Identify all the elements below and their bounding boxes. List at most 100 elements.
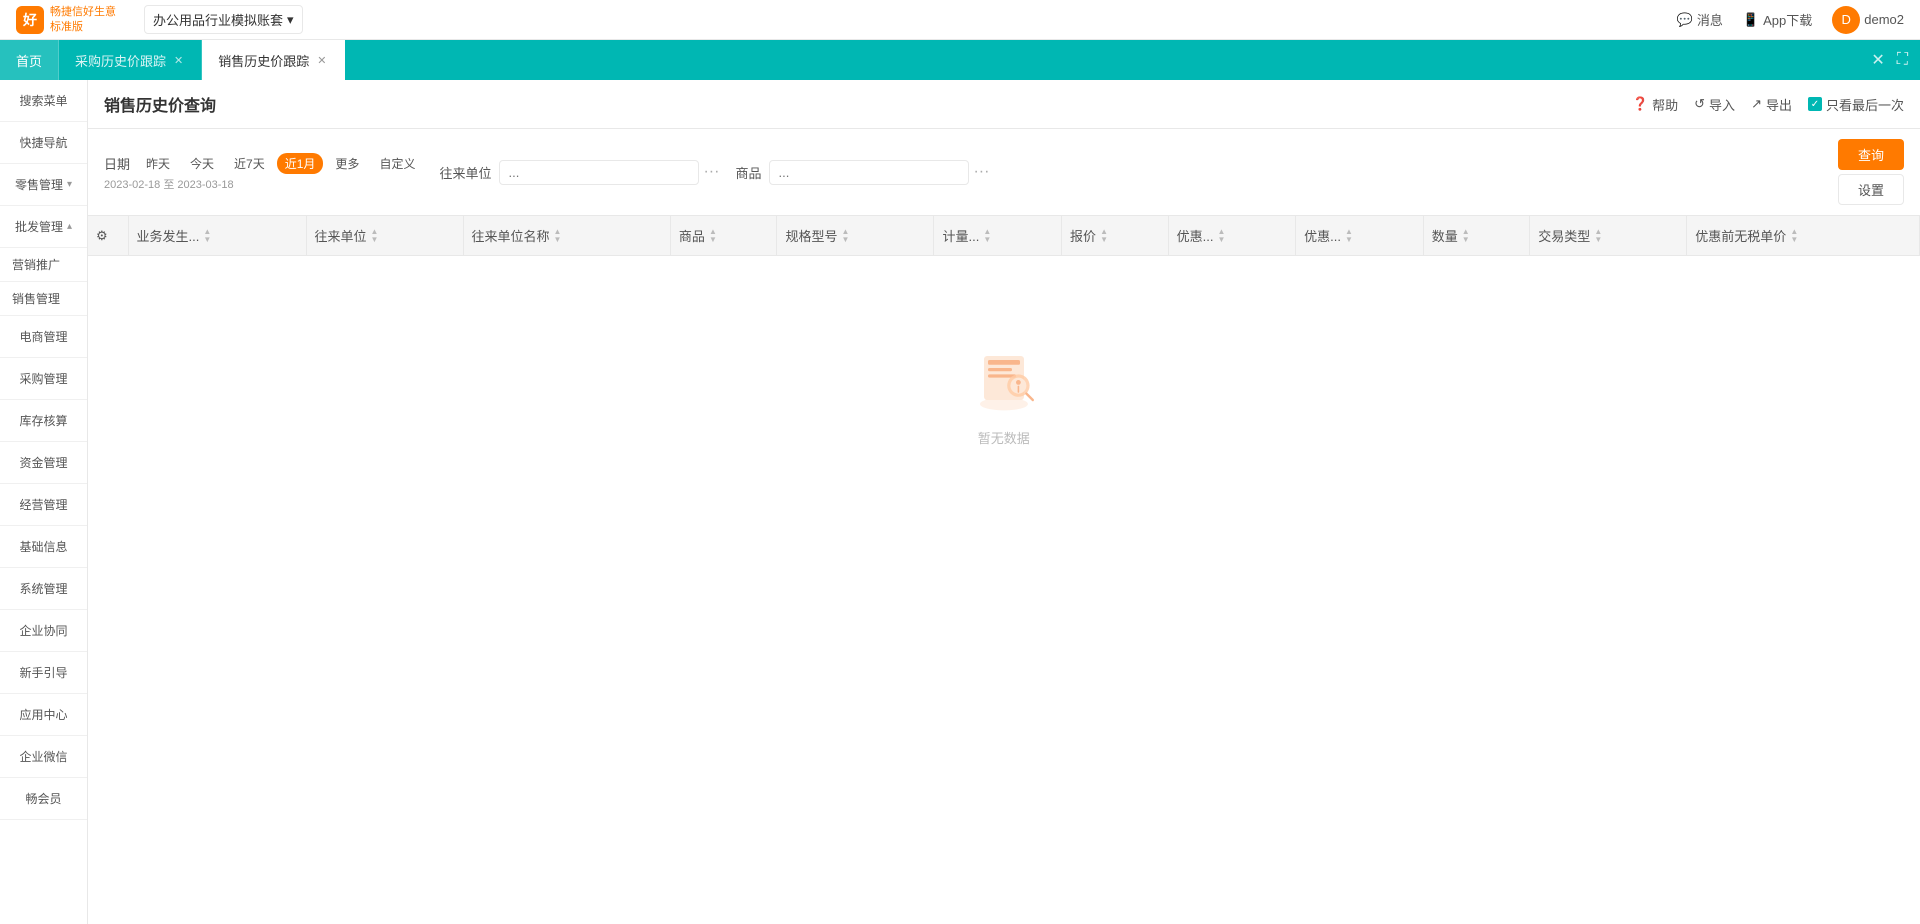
date-btn-last1m[interactable]: 近1月: [277, 153, 324, 174]
filter-product-group: 商品 ···: [735, 160, 989, 185]
mobile-icon: 📱: [1743, 12, 1759, 28]
date-range-text: 2023-02-18 至 2023-03-18: [104, 176, 423, 192]
help-icon: ❓: [1632, 96, 1648, 112]
col-product[interactable]: 商品 ▲▼: [670, 216, 777, 256]
col-trade-type[interactable]: 交易类型 ▲▼: [1530, 216, 1687, 256]
table-body: 暂无数据: [88, 256, 1920, 528]
help-button[interactable]: ❓ 帮助: [1632, 95, 1678, 114]
product-label: 商品: [735, 163, 761, 182]
data-table: ⚙ 业务发生... ▲▼ 往来单位 ▲▼: [88, 216, 1920, 527]
sidebar-item-retail[interactable]: 零售管理 ▾: [0, 164, 87, 206]
export-button[interactable]: ↗ 导出: [1751, 95, 1792, 114]
sidebar-item-basic-info[interactable]: 基础信息: [0, 526, 87, 568]
main-layout: 搜索菜单 快捷导航 零售管理 ▾ 批发管理 ▴ 营销推广 销售管理 电商管理 采…: [0, 80, 1920, 924]
col-quantity[interactable]: 数量 ▲▼: [1423, 216, 1530, 256]
logo-area: 好 畅捷信好生意 标准版: [16, 5, 116, 34]
tab-sales-history[interactable]: 销售历史价跟踪 ✕: [202, 40, 345, 80]
sidebar-item-finance[interactable]: 资金管理: [0, 442, 87, 484]
date-btn-more[interactable]: 更多: [327, 153, 367, 174]
col-discount2[interactable]: 优惠... ▲▼: [1296, 216, 1424, 256]
sort-arrows-partner-name: ▲▼: [554, 228, 562, 244]
sidebar-item-newbie[interactable]: 新手引导: [0, 652, 87, 694]
import-icon: ↺: [1694, 96, 1705, 112]
product-input-group: ···: [769, 160, 989, 185]
avatar: D: [1832, 6, 1860, 34]
app-download-button[interactable]: 📱 App下载: [1743, 10, 1812, 29]
sidebar-item-inventory[interactable]: 库存核算: [0, 400, 87, 442]
sidebar-sub-item-marketing[interactable]: 营销推广: [0, 248, 87, 282]
col-partner-name[interactable]: 往来单位名称 ▲▼: [463, 216, 670, 256]
col-discount1[interactable]: 优惠... ▲▼: [1168, 216, 1296, 256]
sort-arrows-discount2: ▲▼: [1345, 228, 1353, 244]
tab-close-sales[interactable]: ✕: [315, 52, 328, 69]
sort-arrows-trade-type: ▲▼: [1594, 228, 1602, 244]
workspace-selector[interactable]: 办公用品行业模拟账套 ▾: [144, 5, 303, 34]
date-btn-custom[interactable]: 自定义: [371, 153, 423, 174]
checkbox-icon: ✓: [1808, 97, 1822, 111]
chevron-down-icon: ▾: [287, 12, 294, 28]
sort-arrows-quote: ▲▼: [1100, 228, 1108, 244]
product-input[interactable]: [769, 160, 969, 185]
sidebar-item-ecommerce[interactable]: 电商管理: [0, 316, 87, 358]
col-settings[interactable]: ⚙: [88, 216, 128, 256]
show-last-only-checkbox[interactable]: ✓ 只看最后一次: [1808, 95, 1904, 114]
top-header: 好 畅捷信好生意 标准版 办公用品行业模拟账套 ▾ 💬 消息 📱 App下载 D…: [0, 0, 1920, 40]
fullscreen-icon[interactable]: ⛶: [1897, 51, 1908, 69]
import-button[interactable]: ↺ 导入: [1694, 95, 1735, 114]
partner-input[interactable]: [499, 160, 699, 185]
export-icon: ↗: [1751, 96, 1762, 112]
filter-partner-group: 往来单位 ···: [439, 160, 719, 185]
sidebar-item-purchase[interactable]: 采购管理: [0, 358, 87, 400]
sidebar-item-operations[interactable]: 经营管理: [0, 484, 87, 526]
message-button[interactable]: 💬 消息: [1677, 10, 1723, 29]
sidebar-item-app-center[interactable]: 应用中心: [0, 694, 87, 736]
col-spec[interactable]: 规格型号 ▲▼: [777, 216, 934, 256]
tab-purchase-history[interactable]: 采购历史价跟踪 ✕: [59, 40, 202, 80]
user-menu[interactable]: D demo2: [1832, 6, 1904, 34]
sort-arrows-unit: ▲▼: [983, 228, 991, 244]
tab-bar-actions: ✕ ⛶: [1859, 40, 1920, 80]
filter-date-block: 日期 昨天 今天 近7天 近1月 更多 自定义 2023-02-18 至 202…: [104, 153, 423, 192]
empty-text: 暂无数据: [978, 428, 1030, 447]
table-header: ⚙ 业务发生... ▲▼ 往来单位 ▲▼: [88, 216, 1920, 256]
sidebar-item-system[interactable]: 系统管理: [0, 568, 87, 610]
sidebar: 搜索菜单 快捷导航 零售管理 ▾ 批发管理 ▴ 营销推广 销售管理 电商管理 采…: [0, 80, 88, 924]
page-title: 销售历史价查询: [104, 92, 216, 116]
settings-button[interactable]: 设置: [1838, 174, 1904, 205]
date-btn-yesterday[interactable]: 昨天: [138, 153, 178, 174]
col-biz-date[interactable]: 业务发生... ▲▼: [128, 216, 306, 256]
page-header-actions: ❓ 帮助 ↺ 导入 ↗ 导出 ✓ 只看最后一次: [1632, 95, 1904, 114]
logo-text: 畅捷信好生意 标准版: [50, 5, 116, 34]
sidebar-sub-item-sales[interactable]: 销售管理: [0, 282, 87, 316]
sidebar-item-enterprise[interactable]: 企业协同: [0, 610, 87, 652]
col-quote[interactable]: 报价 ▲▼: [1062, 216, 1169, 256]
query-button[interactable]: 查询: [1838, 139, 1904, 170]
sidebar-item-membership[interactable]: 畅会员: [0, 778, 87, 820]
col-partner-code[interactable]: 往来单位 ▲▼: [306, 216, 463, 256]
sort-arrows-partner-code: ▲▼: [371, 228, 379, 244]
header-left: 好 畅捷信好生意 标准版 办公用品行业模拟账套 ▾: [16, 5, 303, 34]
partner-browse-icon[interactable]: ···: [703, 163, 719, 181]
date-btn-last7[interactable]: 近7天: [226, 153, 273, 174]
sidebar-item-wholesale[interactable]: 批发管理 ▴: [0, 206, 87, 248]
sidebar-item-search-menu[interactable]: 搜索菜单: [0, 80, 87, 122]
sort-arrows-pretax-price: ▲▼: [1790, 228, 1798, 244]
empty-row: 暂无数据: [88, 256, 1920, 528]
empty-icon: [964, 336, 1044, 416]
sidebar-item-wechat[interactable]: 企业微信: [0, 736, 87, 778]
logo-icon: 好: [16, 6, 44, 34]
sidebar-item-quick-nav[interactable]: 快捷导航: [0, 122, 87, 164]
close-window-icon[interactable]: ✕: [1871, 50, 1884, 70]
col-pretax-price[interactable]: 优惠前无税单价 ▲▼: [1687, 216, 1920, 256]
tab-home[interactable]: 首页: [0, 40, 59, 80]
sort-arrows-biz-date: ▲▼: [203, 228, 211, 244]
table-container: ⚙ 业务发生... ▲▼ 往来单位 ▲▼: [88, 216, 1920, 924]
message-icon: 💬: [1677, 12, 1693, 28]
date-btn-today[interactable]: 今天: [182, 153, 222, 174]
tab-close-purchase[interactable]: ✕: [172, 52, 185, 69]
date-options: 昨天 今天 近7天 近1月 更多 自定义: [138, 153, 423, 174]
product-browse-icon[interactable]: ···: [973, 163, 989, 181]
filter-actions: 查询 设置: [1838, 139, 1904, 205]
col-unit[interactable]: 计量... ▲▼: [934, 216, 1062, 256]
date-label: 日期: [104, 154, 130, 173]
